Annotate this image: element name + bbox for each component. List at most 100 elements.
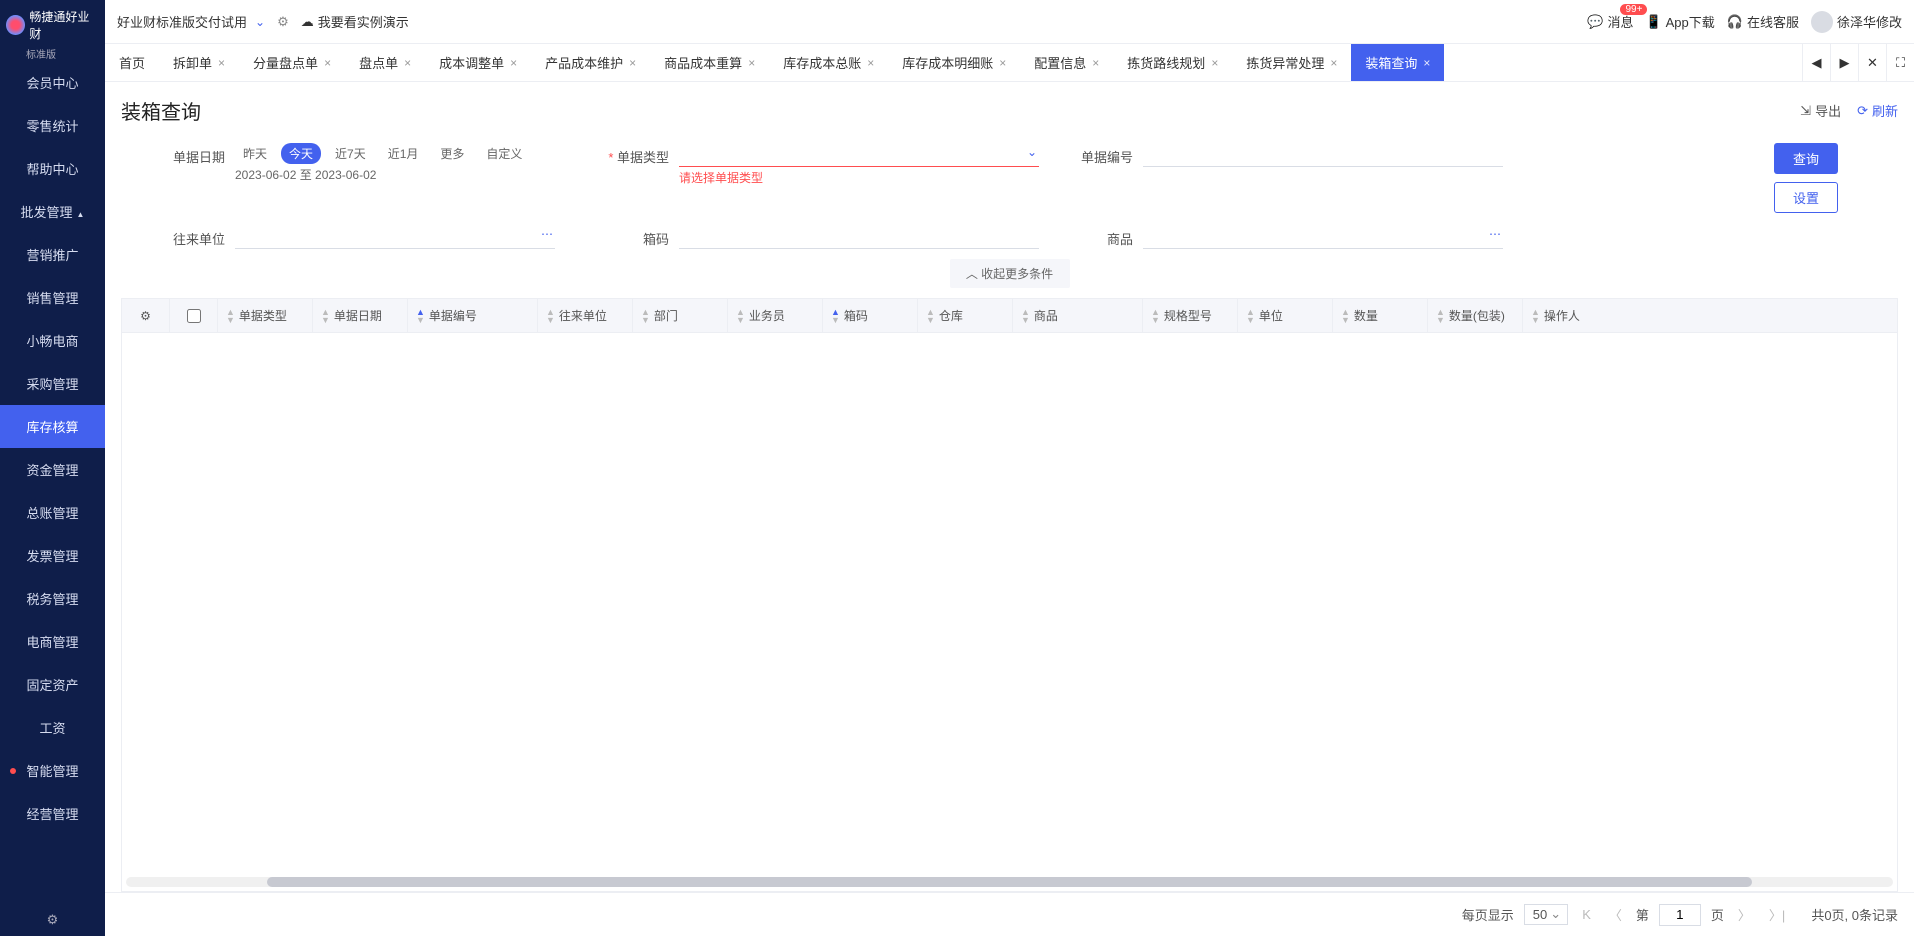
gear-icon[interactable]: ⚙ (277, 14, 289, 30)
column-header[interactable]: ▲▼往来单位 (538, 299, 633, 332)
box-input[interactable] (679, 225, 1039, 249)
tabs-prev-button[interactable]: ◀ (1802, 44, 1830, 81)
tab[interactable]: 拆卸单× (159, 44, 239, 81)
tab[interactable]: 库存成本总账× (769, 44, 888, 81)
date-chip[interactable]: 近1月 (380, 143, 427, 164)
sidebar-item[interactable]: 批发管理 (0, 190, 105, 233)
column-header[interactable]: ▲▼单位 (1238, 299, 1333, 332)
sidebar-item[interactable]: 小畅电商 (0, 319, 105, 362)
sidebar-item[interactable]: 固定资产 (0, 663, 105, 706)
column-header[interactable]: ▲▼单据日期 (313, 299, 408, 332)
sidebar-item[interactable]: 智能管理 (0, 749, 105, 792)
goods-input[interactable] (1143, 225, 1503, 249)
column-header[interactable]: ▲▼商品 (1013, 299, 1143, 332)
tab[interactable]: 配置信息× (1020, 44, 1113, 81)
sidebar-item[interactable]: 电商管理 (0, 620, 105, 663)
export-button[interactable]: ⇲ 导出 (1800, 101, 1841, 120)
column-header[interactable]: ▲▼仓库 (918, 299, 1013, 332)
app-download-button[interactable]: 📱 App下载 (1645, 12, 1714, 31)
partner-input[interactable] (235, 225, 555, 249)
close-icon[interactable]: × (1211, 56, 1218, 70)
sidebar-item[interactable]: 经营管理 (0, 792, 105, 835)
close-icon[interactable]: × (748, 56, 755, 70)
sidebar-settings-icon[interactable]: ⚙ (0, 904, 105, 936)
tab[interactable]: 成本调整单× (425, 44, 531, 81)
column-header[interactable]: ▲▼单据编号 (408, 299, 538, 332)
query-button[interactable]: 查询 (1774, 143, 1838, 174)
tabs-next-button[interactable]: ▶ (1830, 44, 1858, 81)
close-icon[interactable]: × (404, 56, 411, 70)
more-icon[interactable]: ⋯ (1489, 227, 1501, 241)
tabs-expand-button[interactable]: ⛶ (1886, 44, 1914, 81)
per-page-select[interactable]: 50 (1524, 904, 1568, 925)
tab[interactable]: 首页 (105, 44, 159, 81)
tab[interactable]: 拣货异常处理× (1232, 44, 1351, 81)
demo-link[interactable]: ☁ 我要看实例演示 (301, 12, 409, 31)
last-page-button[interactable]: 〉| (1765, 905, 1789, 924)
tab[interactable]: 分量盘点单× (239, 44, 345, 81)
message-button[interactable]: 💬 消息 99+ (1587, 12, 1633, 31)
tab[interactable]: 产品成本维护× (531, 44, 650, 81)
horizontal-scrollbar[interactable] (126, 877, 1893, 887)
column-header[interactable]: ▲▼箱码 (823, 299, 918, 332)
code-input[interactable] (1143, 143, 1503, 167)
column-header[interactable]: ▲▼数量 (1333, 299, 1428, 332)
page-input[interactable] (1659, 904, 1701, 926)
tab[interactable]: 盘点单× (345, 44, 425, 81)
type-label: 单据类型 (605, 143, 669, 166)
refresh-button[interactable]: ⟳ 刷新 (1857, 101, 1898, 120)
next-page-button[interactable]: 〉 (1734, 905, 1755, 924)
sidebar-item[interactable]: 资金管理 (0, 448, 105, 491)
sidebar-item[interactable]: 帮助中心 (0, 147, 105, 190)
prev-page-button[interactable]: 〈 (1605, 905, 1626, 924)
close-icon[interactable]: × (510, 56, 517, 70)
close-icon[interactable]: × (867, 56, 874, 70)
date-chip[interactable]: 自定义 (478, 143, 530, 164)
tab[interactable]: 拣货路线规划× (1113, 44, 1232, 81)
sidebar-item[interactable]: 零售统计 (0, 104, 105, 147)
close-icon[interactable]: × (324, 56, 331, 70)
sidebar-item[interactable]: 发票管理 (0, 534, 105, 577)
tab[interactable]: 商品成本重算× (650, 44, 769, 81)
first-page-button[interactable]: K (1578, 907, 1595, 922)
sidebar-item[interactable]: 总账管理 (0, 491, 105, 534)
sidebar-item[interactable]: 采购管理 (0, 362, 105, 405)
column-header[interactable]: ▲▼数量(包装) (1428, 299, 1523, 332)
sidebar-item[interactable]: 营销推广 (0, 233, 105, 276)
sidebar-item[interactable]: 税务管理 (0, 577, 105, 620)
select-all-checkbox[interactable] (170, 299, 218, 332)
type-select[interactable] (679, 143, 1039, 167)
support-button[interactable]: 🎧 在线客服 (1727, 12, 1799, 31)
date-chip[interactable]: 更多 (432, 143, 472, 164)
setting-button[interactable]: 设置 (1774, 182, 1838, 213)
column-settings-button[interactable]: ⚙ (122, 299, 170, 332)
more-icon[interactable]: ⋯ (541, 227, 553, 241)
tab[interactable]: 装箱查询× (1351, 44, 1444, 81)
tab[interactable]: 库存成本明细账× (888, 44, 1020, 81)
column-header[interactable]: ▲▼部门 (633, 299, 728, 332)
tabs-close-button[interactable]: ✕ (1858, 44, 1886, 81)
close-icon[interactable]: × (218, 56, 225, 70)
column-header[interactable]: ▲▼操作人 (1523, 299, 1618, 332)
close-icon[interactable]: × (629, 56, 636, 70)
close-icon[interactable]: × (1423, 56, 1430, 70)
user-menu[interactable]: 徐泽华修改 (1811, 11, 1902, 33)
table-header: ⚙ ▲▼单据类型▲▼单据日期▲▼单据编号▲▼往来单位▲▼部门▲▼业务员▲▼箱码▲… (122, 299, 1897, 333)
chevron-down-icon[interactable]: ⌄ (1027, 145, 1037, 159)
close-icon[interactable]: × (999, 56, 1006, 70)
sidebar-item[interactable]: 库存核算 (0, 405, 105, 448)
date-chip[interactable]: 今天 (281, 143, 321, 164)
sidebar-item[interactable]: 销售管理 (0, 276, 105, 319)
sidebar-item[interactable]: 会员中心 (0, 61, 105, 104)
column-header[interactable]: ▲▼单据类型 (218, 299, 313, 332)
column-header[interactable]: ▲▼业务员 (728, 299, 823, 332)
collapse-button[interactable]: ︿ 收起更多条件 (950, 259, 1070, 288)
tenant-selector[interactable]: 好业财标准版交付试用 ⌄ (117, 12, 265, 31)
date-chip[interactable]: 昨天 (235, 143, 275, 164)
close-icon[interactable]: × (1092, 56, 1099, 70)
page-title: 装箱查询 (121, 96, 201, 125)
sidebar-item[interactable]: 工资 (0, 706, 105, 749)
date-chip[interactable]: 近7天 (327, 143, 374, 164)
column-header[interactable]: ▲▼规格型号 (1143, 299, 1238, 332)
close-icon[interactable]: × (1330, 56, 1337, 70)
